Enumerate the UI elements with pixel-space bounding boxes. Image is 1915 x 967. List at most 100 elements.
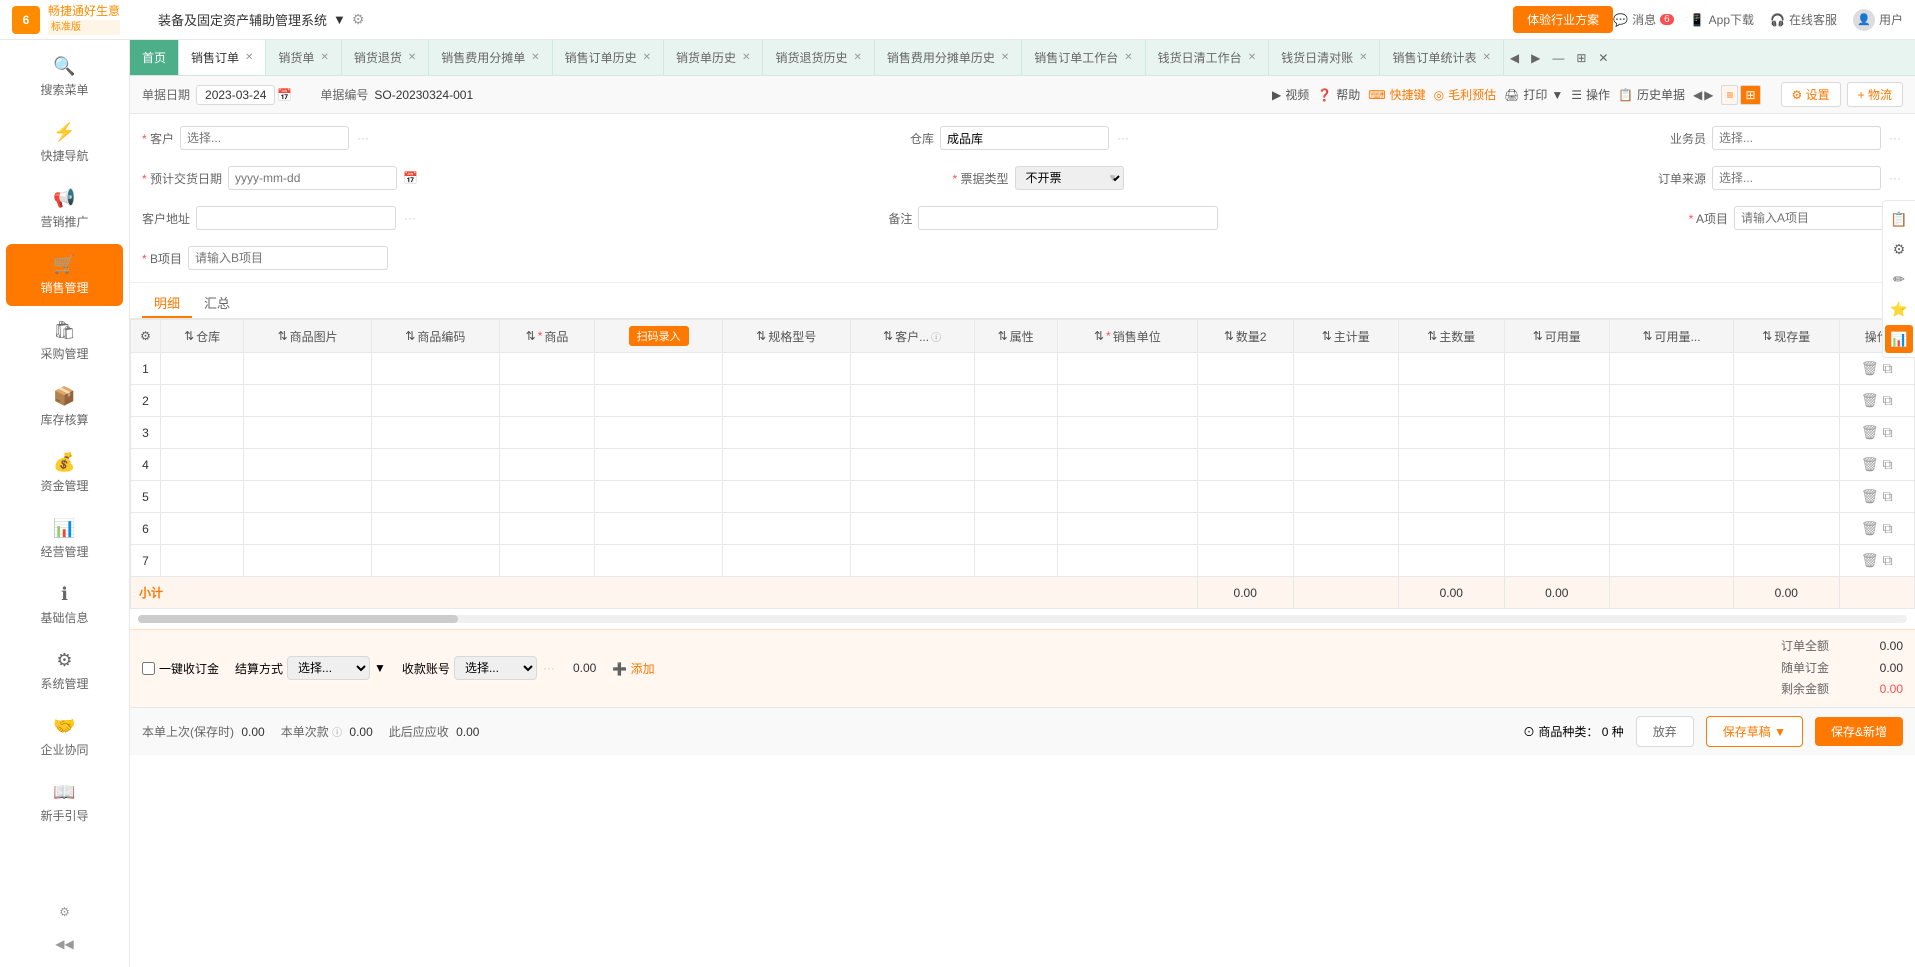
row-2-scan[interactable]	[595, 385, 723, 417]
row-1-available2[interactable]	[1610, 353, 1734, 385]
row-2-image[interactable]	[244, 385, 372, 417]
next-record-btn[interactable]: ▶	[1704, 88, 1713, 102]
tab-prev-btn[interactable]: ◀	[1504, 40, 1525, 76]
th-attr[interactable]: ⇅属性	[974, 320, 1057, 353]
float-clipboard-btn[interactable]: 📋	[1885, 205, 1913, 233]
tab-sales-order-history[interactable]: 销售订单历史 ✕	[553, 40, 664, 76]
tab-sales-invoice[interactable]: 销货单 ✕	[266, 40, 341, 76]
row-5-goods[interactable]	[499, 481, 595, 513]
discard-button[interactable]: 放弃	[1636, 716, 1694, 747]
th-warehouse[interactable]: ⇅仓库	[161, 320, 244, 353]
row-7-available[interactable]	[1504, 545, 1610, 577]
sidebar-item-base-info[interactable]: ℹ 基础信息	[6, 574, 123, 636]
row-2-current-stock[interactable]	[1734, 385, 1840, 417]
tab-close-7[interactable]: ✕	[853, 52, 861, 63]
row-7-delete-btn[interactable]: 🗑	[1861, 552, 1879, 569]
row-3-delete-btn[interactable]: 🗑	[1861, 424, 1879, 441]
row-6-available[interactable]	[1504, 513, 1610, 545]
row-2-customer-code[interactable]	[850, 385, 974, 417]
row-1-code[interactable]	[372, 353, 500, 385]
row-4-scan[interactable]	[595, 449, 723, 481]
float-settings-btn[interactable]: ⚙	[1885, 235, 1913, 263]
row-7-code[interactable]	[372, 545, 500, 577]
sidebar-item-marketing[interactable]: 📢 营销推广	[6, 178, 123, 240]
row-3-image[interactable]	[244, 417, 372, 449]
row-7-main-qty[interactable]	[1399, 545, 1505, 577]
sales-order-tab-close[interactable]: ✕	[245, 52, 253, 63]
row-1-image[interactable]	[244, 353, 372, 385]
tab-minimize-btn[interactable]: —	[1546, 40, 1570, 76]
th-settings[interactable]: ⚙	[131, 320, 161, 353]
payment-method-select[interactable]: 选择...	[287, 656, 370, 680]
sidebar-item-inventory[interactable]: 📦 库存核算	[6, 376, 123, 438]
industry-plan-button[interactable]: 体验行业方案	[1513, 6, 1613, 33]
row-1-current-stock[interactable]	[1734, 353, 1840, 385]
row-7-qty2[interactable]	[1197, 545, 1293, 577]
calendar-icon[interactable]: 📅	[277, 88, 292, 102]
tab-close-2[interactable]: ✕	[320, 52, 328, 63]
order-source-more-btn[interactable]: ···	[1887, 171, 1903, 185]
row-1-warehouse[interactable]	[161, 353, 244, 385]
app-download-button[interactable]: 📱 App下载	[1690, 11, 1754, 28]
th-customer-code[interactable]: ⇅客户...ⓘ	[850, 320, 974, 353]
shortcut-btn[interactable]: ⌨ 快捷键	[1368, 86, 1425, 103]
row-2-attr[interactable]	[974, 385, 1057, 417]
row-6-image[interactable]	[244, 513, 372, 545]
message-button[interactable]: 💬 消息 6	[1613, 11, 1674, 28]
warehouse-more-btn[interactable]: ···	[1115, 131, 1131, 145]
row-3-unit[interactable]	[1057, 417, 1197, 449]
sidebar-collapse-btn[interactable]: ◀◀	[6, 931, 123, 957]
account-more-btn[interactable]: ···	[541, 661, 557, 675]
row-2-spec[interactable]	[722, 385, 850, 417]
history-btn[interactable]: 📋 历史单据	[1618, 86, 1685, 103]
th-current-stock[interactable]: ⇅现存量	[1734, 320, 1840, 353]
prev-record-btn[interactable]: ◀	[1693, 88, 1702, 102]
row-5-available2[interactable]	[1610, 481, 1734, 513]
tab-close-all-btn[interactable]: ✕	[1592, 40, 1614, 76]
single-date-value[interactable]: 2023-03-24	[196, 85, 275, 105]
tab-sales-invoice-history[interactable]: 销货单历史 ✕	[664, 40, 763, 76]
row-3-available2[interactable]	[1610, 417, 1734, 449]
this-save-help-icon[interactable]: ⓘ	[332, 728, 342, 739]
order-source-input[interactable]	[1712, 166, 1881, 190]
tab-return-history[interactable]: 销货退货历史 ✕	[763, 40, 874, 76]
sidebar-item-system[interactable]: ⚙ 系统管理	[6, 640, 123, 702]
tab-close-3[interactable]: ✕	[408, 52, 416, 63]
row-7-current-stock[interactable]	[1734, 545, 1840, 577]
th-scan[interactable]: 扫码录入	[595, 320, 723, 353]
th-goods[interactable]: ⇅*商品	[499, 320, 595, 353]
salesman-input[interactable]	[1712, 126, 1881, 150]
row-2-goods[interactable]	[499, 385, 595, 417]
row-3-goods[interactable]	[499, 417, 595, 449]
th-available[interactable]: ⇅可用量	[1504, 320, 1610, 353]
tab-order-workbench[interactable]: 销售订单工作台 ✕	[1022, 40, 1145, 76]
row-2-main-unit[interactable]	[1293, 385, 1399, 417]
row-1-attr[interactable]	[974, 353, 1057, 385]
row-6-delete-btn[interactable]: 🗑	[1861, 520, 1879, 537]
row-7-copy-btn[interactable]: ⧉	[1883, 552, 1893, 569]
row-4-main-qty[interactable]	[1399, 449, 1505, 481]
sidebar-item-sales[interactable]: 🛒 销售管理	[6, 244, 123, 306]
expected-delivery-input[interactable]	[228, 166, 397, 190]
remark-input[interactable]	[918, 206, 1218, 230]
add-logistics-button[interactable]: + 物流	[1847, 82, 1903, 107]
warehouse-input[interactable]	[940, 126, 1109, 150]
row-5-main-qty[interactable]	[1399, 481, 1505, 513]
th-spec[interactable]: ⇅规格型号	[722, 320, 850, 353]
add-btn[interactable]: ➕ 添加	[612, 660, 654, 677]
row-4-main-unit[interactable]	[1293, 449, 1399, 481]
row-1-available[interactable]	[1504, 353, 1610, 385]
view-btn[interactable]: ▶ 视频	[1272, 86, 1309, 103]
customer-address-input[interactable]	[196, 206, 396, 230]
row-1-goods[interactable]	[499, 353, 595, 385]
print-btn[interactable]: 🖨 打印 ▼	[1504, 86, 1563, 103]
row-2-available[interactable]	[1504, 385, 1610, 417]
row-6-available2[interactable]	[1610, 513, 1734, 545]
row-6-main-qty[interactable]	[1399, 513, 1505, 545]
row-6-scan[interactable]	[595, 513, 723, 545]
row-3-main-qty[interactable]	[1399, 417, 1505, 449]
tab-close-11[interactable]: ✕	[1359, 52, 1367, 63]
row-4-goods[interactable]	[499, 449, 595, 481]
row-2-unit[interactable]	[1057, 385, 1197, 417]
tab-close-9[interactable]: ✕	[1124, 52, 1132, 63]
